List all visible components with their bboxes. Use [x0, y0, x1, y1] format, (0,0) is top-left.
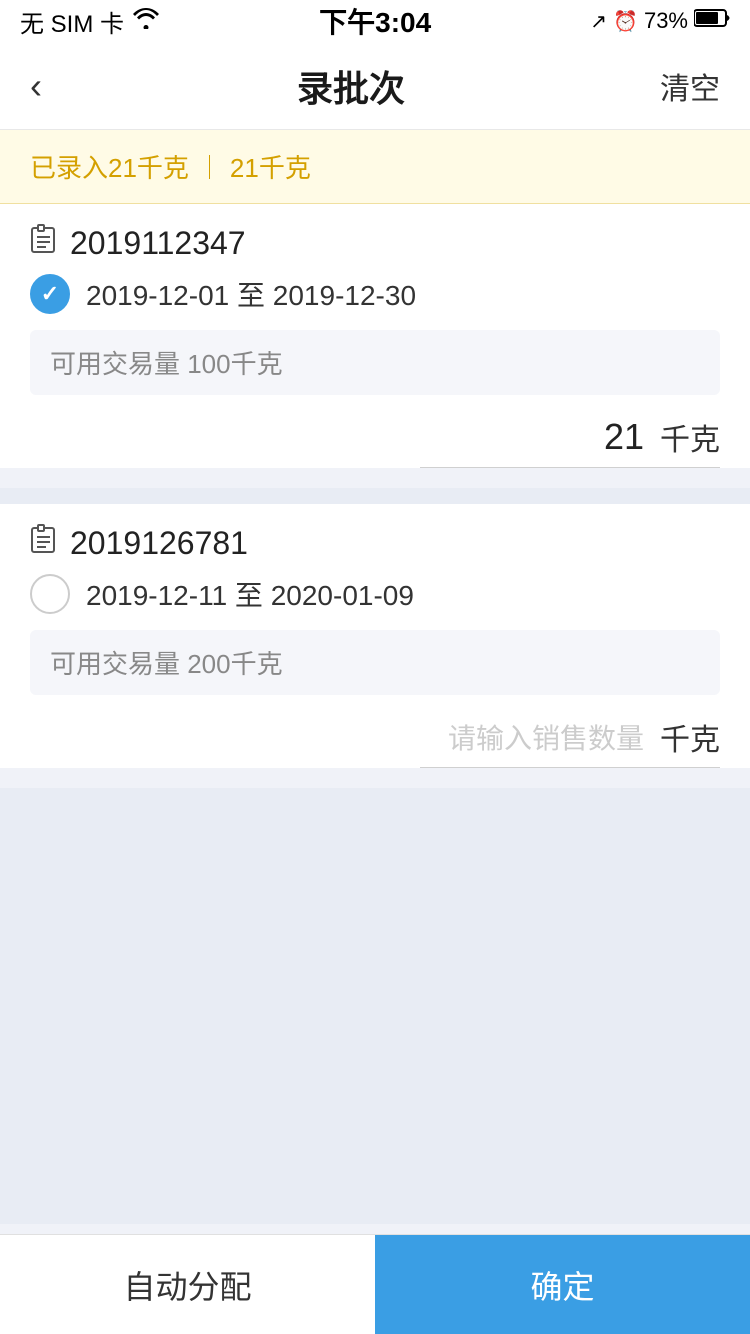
batch-date-1: 2019-12-01 至 2019-12-30 [86, 274, 416, 314]
batch-date-row-2: 2019-12-11 至 2020-01-09 [30, 574, 720, 614]
batch-date-2: 2019-12-11 至 2020-01-09 [86, 574, 414, 614]
confirm-button[interactable]: 确定 [375, 1235, 750, 1334]
batch-header-1: 2019112347 [30, 224, 720, 262]
clear-button[interactable]: 清空 [660, 64, 720, 108]
batch-icon-2 [30, 524, 60, 562]
batch-amount-row-1: 21 千克 [30, 415, 720, 459]
total-amount: 21千克 [230, 148, 311, 185]
nav-bar: ‹ 录批次 清空 [0, 42, 750, 130]
status-time: 下午3:04 [319, 1, 431, 41]
batch-date-row-1: 2019-12-01 至 2019-12-30 [30, 274, 720, 314]
no-sim-text: 无 SIM 卡 [20, 4, 124, 39]
batch-available-2: 可用交易量 200千克 [30, 630, 720, 695]
page-title: 录批次 [297, 60, 405, 112]
auto-distribute-button[interactable]: 自动分配 [0, 1235, 375, 1334]
batch-number-1: 2019112347 [70, 225, 246, 262]
batch-available-1: 可用交易量 100千克 [30, 330, 720, 395]
status-bar: 无 SIM 卡 下午3:04 ↗ ⏰ 73% [0, 0, 750, 42]
batch-unit-1: 千克 [660, 415, 720, 459]
batch-separator-2 [0, 788, 750, 804]
batch-icon-1 [30, 224, 60, 262]
battery-icon [694, 8, 730, 34]
batch-amount-placeholder-2: 请输入销售数量 [30, 717, 644, 757]
empty-area [0, 804, 750, 1224]
battery-percent: 73% [644, 8, 688, 34]
batch-amount-value-1[interactable]: 21 [524, 416, 644, 458]
batch-header-2: 2019126781 [30, 524, 720, 562]
batch-item-2: 2019126781 2019-12-11 至 2020-01-09 可用交易量… [0, 504, 750, 768]
batch-underline-2 [420, 767, 720, 768]
batch-separator-1 [0, 488, 750, 504]
recorded-amount: 已录入21千克 [30, 148, 189, 185]
batch-unit-2: 千克 [660, 715, 720, 759]
batch-number-2: 2019126781 [70, 525, 248, 562]
batch-underline-1 [420, 467, 720, 468]
status-left: 无 SIM 卡 [20, 4, 160, 39]
batch-item-1: 2019112347 2019-12-01 至 2019-12-30 可用交易量… [0, 204, 750, 468]
alarm-icon: ⏰ [613, 9, 638, 34]
batch-amount-row-2: 请输入销售数量 千克 [30, 715, 720, 759]
summary-divider [209, 155, 210, 179]
batch-checkbox-2[interactable] [30, 574, 70, 614]
batch-checkbox-1[interactable] [30, 274, 70, 314]
back-button[interactable]: ‹ [30, 65, 42, 107]
bottom-bar: 自动分配 确定 [0, 1234, 750, 1334]
status-right: ↗ ⏰ 73% [590, 8, 730, 34]
summary-bar: 已录入21千克 21千克 [0, 130, 750, 204]
wifi-icon [132, 7, 160, 36]
location-icon: ↗ [590, 9, 607, 34]
